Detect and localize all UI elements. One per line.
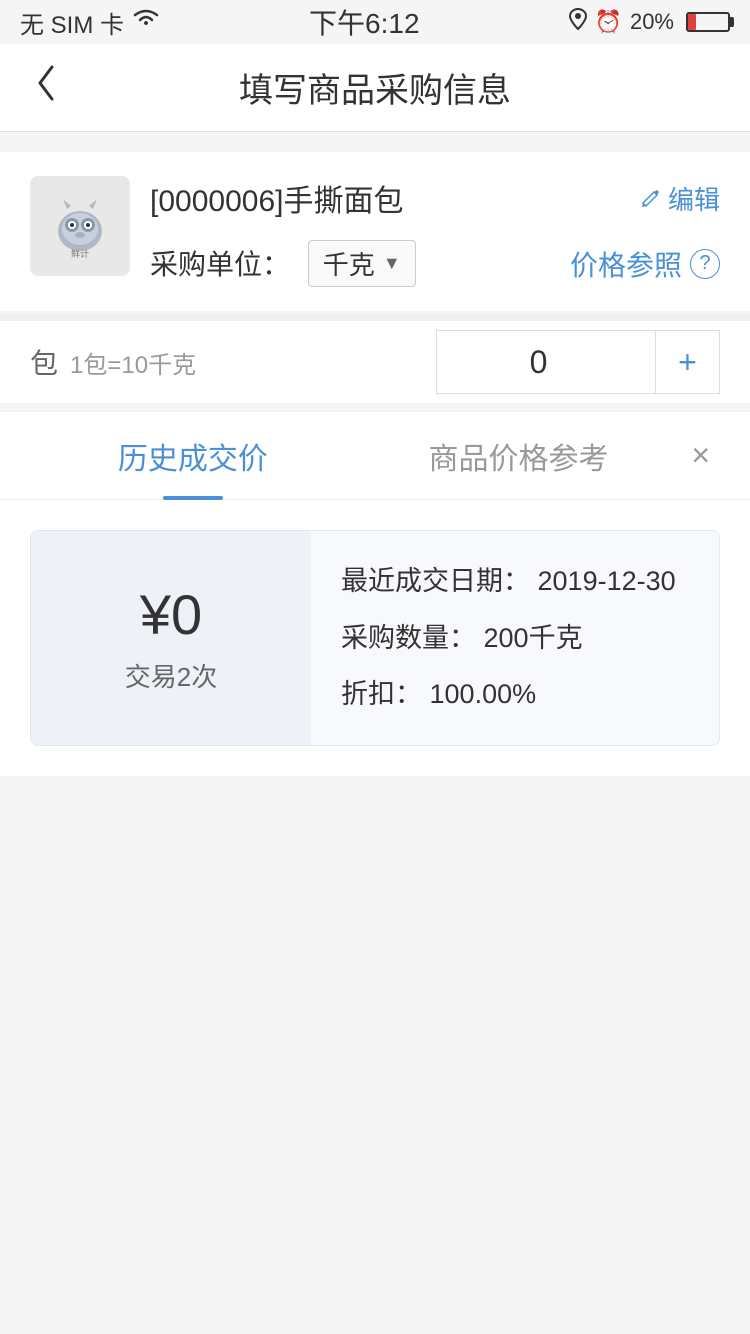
location-icon <box>569 8 587 36</box>
quantity-controls: + <box>436 330 720 394</box>
status-bar: 无 SIM 卡 下午6:12 ⏰ 20% <box>0 0 750 44</box>
tab-section: 历史成交价 商品价格参考 × ¥0 交易2次 最近成交日期： 2019-12-3… <box>0 411 750 776</box>
unit-selector-group: 采购单位： 千克 <box>150 240 416 287</box>
wifi-icon <box>132 8 160 36</box>
trade-count: 交易2次 <box>125 657 217 694</box>
tab-product-price-ref[interactable]: 商品价格参考 <box>356 412 682 500</box>
tab-history-price[interactable]: 历史成交价 <box>30 412 356 500</box>
tab-bar: 历史成交价 商品价格参考 × <box>0 412 750 500</box>
price-record-card: ¥0 交易2次 最近成交日期： 2019-12-30 采购数量： 200千克 折… <box>30 530 720 746</box>
purchase-qty-row: 采购数量： 200千克 <box>341 618 689 659</box>
status-time: 下午6:12 <box>309 2 420 42</box>
bag-unit-label: 包 <box>30 342 58 382</box>
price-amount: ¥0 <box>140 582 202 647</box>
recent-date-row: 最近成交日期： 2019-12-30 <box>341 561 689 602</box>
page-title: 填写商品采购信息 <box>239 63 511 112</box>
sim-status: 无 SIM 卡 <box>20 5 124 40</box>
product-header: [0000006]手撕面包 编辑 <box>150 176 720 220</box>
bag-unit-info: 1包=10千克 <box>70 345 196 380</box>
status-left: 无 SIM 卡 <box>20 5 160 40</box>
status-right: ⏰ 20% <box>569 8 730 36</box>
quantity-label: 包 1包=10千克 <box>30 342 196 382</box>
product-thumbnail: 鲜计 <box>30 176 130 276</box>
price-help-icon: ? <box>690 249 720 279</box>
history-price-content: ¥0 交易2次 最近成交日期： 2019-12-30 采购数量： 200千克 折… <box>0 500 750 776</box>
battery-icon <box>686 12 730 32</box>
edit-button[interactable]: 编辑 <box>640 180 720 217</box>
svg-text:鲜计: 鲜计 <box>71 248 89 259</box>
back-button[interactable] <box>24 53 68 122</box>
price-reference-button[interactable]: 价格参照 ? <box>570 244 720 284</box>
quantity-input[interactable] <box>436 330 656 394</box>
product-info: [0000006]手撕面包 编辑 采购单位： 千克 价格参照 ? <box>150 176 720 287</box>
unit-select[interactable]: 千克 <box>308 240 416 287</box>
price-details-right: 最近成交日期： 2019-12-30 采购数量： 200千克 折扣： 100.0… <box>311 531 719 745</box>
tab-close-button[interactable]: × <box>681 427 720 484</box>
price-summary-left: ¥0 交易2次 <box>31 531 311 745</box>
product-name: [0000006]手撕面包 <box>150 176 403 220</box>
alarm-icon: ⏰ <box>595 9 622 35</box>
battery-percentage: 20% <box>630 9 674 35</box>
discount-row: 折扣： 100.00% <box>341 674 689 715</box>
nav-bar: 填写商品采购信息 <box>0 44 750 132</box>
quantity-plus-button[interactable]: + <box>656 330 720 394</box>
quantity-section: 包 1包=10千克 + <box>0 313 750 403</box>
product-unit-row: 采购单位： 千克 价格参照 ? <box>150 240 720 287</box>
product-card: 鲜计 [0000006]手撕面包 编辑 采购单位： 千克 价格参照 <box>0 152 750 311</box>
